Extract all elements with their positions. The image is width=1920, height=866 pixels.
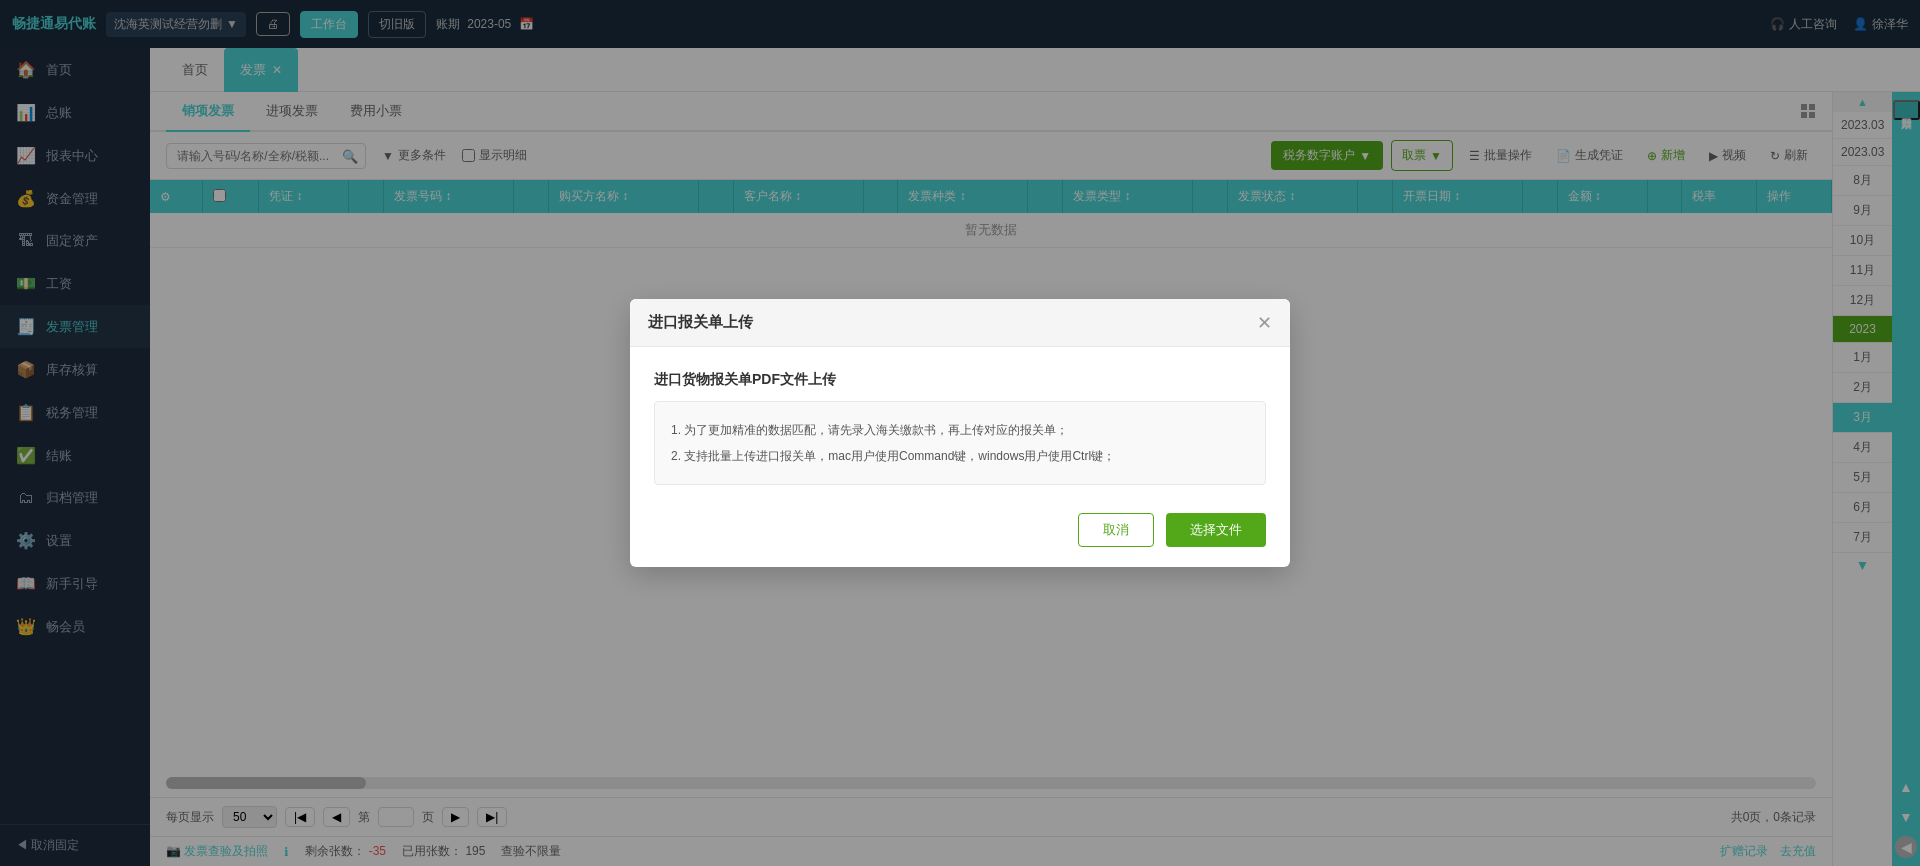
modal-section-title: 进口货物报关单PDF文件上传 xyxy=(654,371,1266,389)
modal-close-btn[interactable]: ✕ xyxy=(1257,314,1272,332)
modal-info-box: 1. 为了更加精准的数据匹配，请先录入海关缴款书，再上传对应的报关单； 2. 支… xyxy=(654,401,1266,485)
modal-overlay[interactable]: 进口报关单上传 ✕ 进口货物报关单PDF文件上传 1. 为了更加精准的数据匹配，… xyxy=(0,0,1920,866)
modal-cancel-btn[interactable]: 取消 xyxy=(1078,513,1154,547)
modal-tip-1: 1. 为了更加精准的数据匹配，请先录入海关缴款书，再上传对应的报关单； xyxy=(671,418,1249,442)
modal-select-file-btn[interactable]: 选择文件 xyxy=(1166,513,1266,547)
modal-tip-2: 2. 支持批量上传进口报关单，mac用户使用Command键，windows用户… xyxy=(671,444,1249,468)
modal-title: 进口报关单上传 xyxy=(648,313,753,332)
modal-header: 进口报关单上传 ✕ xyxy=(630,299,1290,347)
modal-body: 进口货物报关单PDF文件上传 1. 为了更加精准的数据匹配，请先录入海关缴款书，… xyxy=(630,347,1290,497)
import-customs-modal: 进口报关单上传 ✕ 进口货物报关单PDF文件上传 1. 为了更加精准的数据匹配，… xyxy=(630,299,1290,567)
modal-footer: 取消 选择文件 xyxy=(630,497,1290,567)
